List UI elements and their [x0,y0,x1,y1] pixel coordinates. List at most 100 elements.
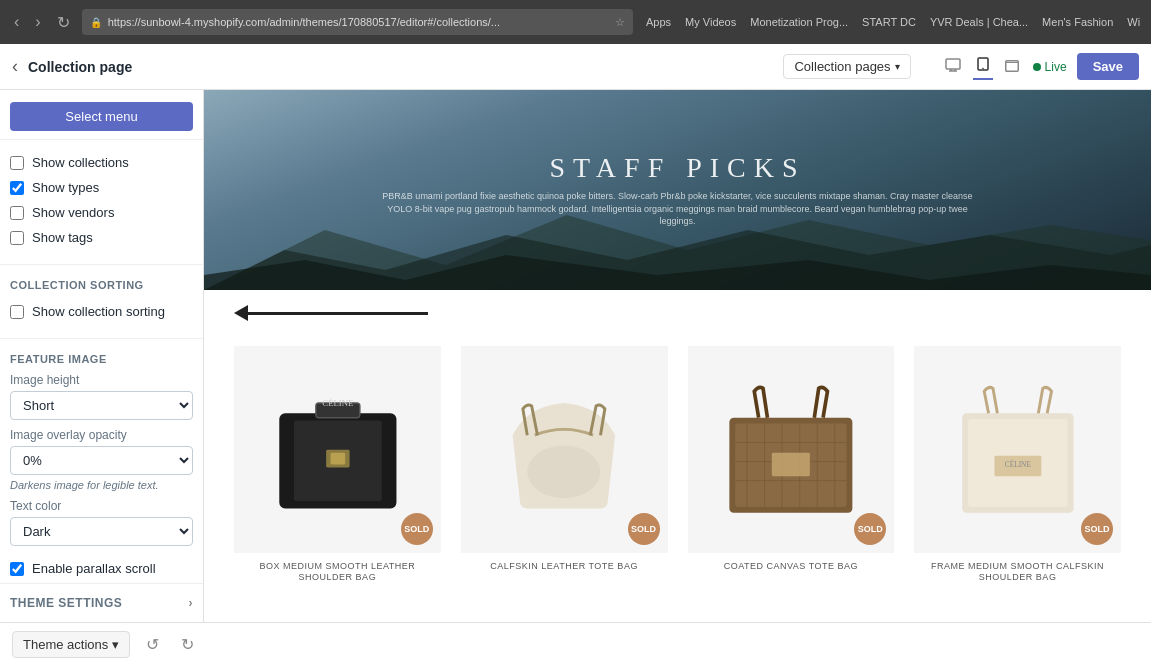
show-sorting-row: Show collection sorting [10,299,193,324]
bookmark-startdc[interactable]: START DC [857,14,921,30]
show-types-row: Show types [10,175,193,200]
bookmark-myvideos[interactable]: My Videos [680,14,741,30]
show-vendors-checkbox[interactable] [10,206,24,220]
url-text: https://sunbowl-4.myshopify.com/admin/th… [108,16,500,28]
darkens-hint: Darkens image for legible text. [10,479,193,491]
show-collections-label: Show collections [32,155,129,170]
svg-rect-15 [330,452,345,464]
text-color-label: Text color [10,499,193,513]
store-hero-title: STAFF PICKS [378,152,978,184]
sidebar-header: Select menu [0,90,203,140]
bookmark-apps[interactable]: Apps [641,14,676,30]
show-collections-row: Show collections [10,150,193,175]
divider-1 [0,264,203,265]
product-name: CALFSKIN LEATHER TOTE BAG [461,561,668,573]
feature-image-title: FEATURE IMAGE [10,353,193,365]
tablet-view-button[interactable] [973,53,993,80]
svg-text:CÉLINE: CÉLINE [322,397,353,407]
sorting-section-title: COLLECTION SORTING [10,279,193,291]
lock-icon: 🔒 [90,17,102,28]
svg-point-5 [982,68,984,70]
store-hero: STAFF PICKS PBR&B umami portland fixie a… [204,90,1151,290]
select-menu-button[interactable]: Select menu [10,102,193,131]
show-sorting-label: Show collection sorting [32,304,165,319]
svg-rect-0 [946,59,960,69]
arrow-head [234,305,248,321]
editor-bottombar: Theme actions ▾ ↺ ↻ [0,622,1151,666]
image-overlay-select[interactable]: 0% 10% 20% 30% 40% 50% [10,446,193,475]
desktop-view-button[interactable] [941,53,965,80]
reload-button[interactable]: ↻ [53,11,74,34]
editor-topbar: ‹ Collection page Collection pages ▾ Liv… [0,44,1151,90]
show-vendors-label: Show vendors [32,205,114,220]
chevron-right-icon: › [189,596,194,610]
main-layout: Select menu Show collections Show types … [0,90,1151,622]
page-title: Collection page [28,59,132,75]
undo-button[interactable]: ↺ [140,631,165,658]
product-card[interactable]: SOLD CALFSKIN LEATHER TOTE BAG [451,336,678,594]
show-collections-checkbox[interactable] [10,156,24,170]
product-card[interactable]: SOLD COATED CANVAS TOTE BAG [678,336,905,594]
show-types-label: Show types [32,180,99,195]
back-button[interactable]: ‹ [12,56,18,77]
sold-badge: SOLD [1081,513,1113,545]
star-icon: ☆ [615,16,625,29]
preview-frame: STAFF PICKS PBR&B umami portland fixie a… [204,90,1151,622]
view-toggles [941,53,1023,80]
arrow-row [204,290,1151,336]
url-bar[interactable]: 🔒 https://sunbowl-4.myshopify.com/admin/… [82,9,633,35]
theme-settings-label: THEME SETTINGS [10,596,122,610]
text-color-select[interactable]: Dark Light [10,517,193,546]
svg-point-17 [528,445,601,498]
product-card[interactable]: CÉLINE SOLD BOX MEDIUM SMOOTH LEATHER SH… [224,336,451,594]
theme-actions-label: Theme actions [23,637,108,652]
theme-actions-dropdown[interactable]: Theme actions ▾ [12,631,130,658]
show-tags-checkbox[interactable] [10,231,24,245]
redo-button[interactable]: ↻ [175,631,200,658]
product-image-wrapper: CÉLINE SOLD [234,346,441,553]
image-height-select[interactable]: Short Medium Tall [10,391,193,420]
sorting-section: COLLECTION SORTING Show collection sorti… [0,269,203,334]
bookmarks-bar: Apps My Videos Monetization Prog... STAR… [641,14,1141,30]
topbar-right: Live Save [1033,53,1139,80]
live-label: Live [1045,60,1067,74]
product-name: BOX MEDIUM SMOOTH LEATHER SHOULDER BAG [234,561,441,584]
sidebar-content: Show collections Show types Show vendors… [0,140,203,583]
preview-area: STAFF PICKS PBR&B umami portland fixie a… [204,90,1151,622]
feature-image-section: FEATURE IMAGE Image height Short Medium … [0,343,203,583]
show-vendors-row: Show vendors [10,200,193,225]
show-tags-row: Show tags [10,225,193,250]
show-types-checkbox[interactable] [10,181,24,195]
theme-actions-chevron-icon: ▾ [112,637,119,652]
collection-pages-dropdown[interactable]: Collection pages ▾ [783,54,910,79]
product-name: FRAME MEDIUM SMOOTH CALFSKIN SHOULDER BA… [914,561,1121,584]
sold-badge: SOLD [401,513,433,545]
theme-settings-section[interactable]: THEME SETTINGS › [0,583,203,622]
collections-section: Show collections Show types Show vendors… [0,140,203,260]
divider-2 [0,338,203,339]
back-nav-button[interactable]: ‹ [10,11,23,33]
product-name: COATED CANVAS TOTE BAG [688,561,895,573]
save-button[interactable]: Save [1077,53,1139,80]
live-badge: Live [1033,60,1067,74]
svg-rect-29 [772,452,810,475]
store-hero-subtitle: PBR&B umami portland fixie aesthetic qui… [378,190,978,228]
forward-nav-button[interactable]: › [31,11,44,33]
bookmark-mens[interactable]: Men's Fashion [1037,14,1118,30]
image-overlay-label: Image overlay opacity [10,428,193,442]
enable-parallax-label: Enable parallax scroll [32,561,156,576]
sidebar: Select menu Show collections Show types … [0,90,204,622]
enable-parallax-checkbox[interactable] [10,562,24,576]
bookmark-yvr[interactable]: YVR Deals | Chea... [925,14,1033,30]
show-tags-label: Show tags [32,230,93,245]
svg-text:CÉLINE: CÉLINE [1005,459,1032,469]
enable-parallax-row: Enable parallax scroll [10,556,193,581]
product-card[interactable]: CÉLINE SOLD FRAME MEDIUM SMOOTH CALFSKIN… [904,336,1131,594]
left-arrow[interactable] [234,305,428,321]
bookmark-wirecutter[interactable]: Wirecutter Review... [1122,14,1141,30]
collection-pages-label: Collection pages [794,59,890,74]
show-sorting-checkbox[interactable] [10,305,24,319]
mobile-view-button[interactable] [1001,53,1023,80]
sold-badge: SOLD [854,513,886,545]
bookmark-monetization[interactable]: Monetization Prog... [745,14,853,30]
